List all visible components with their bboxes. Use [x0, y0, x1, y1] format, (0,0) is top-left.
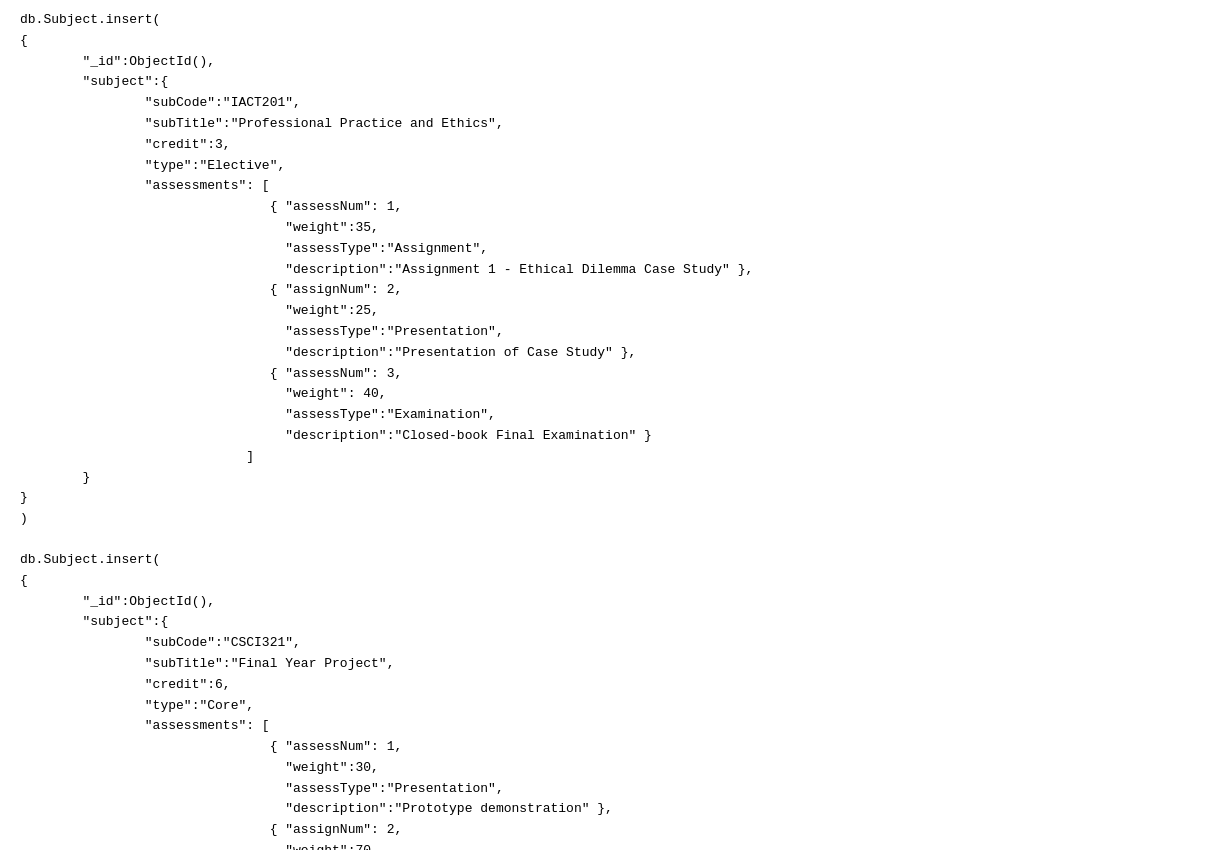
code-line: "weight":35,	[20, 218, 1190, 239]
code-line: { "assessNum": 1,	[20, 197, 1190, 218]
code-line: }	[20, 488, 1190, 509]
code-line: db.Subject.insert(	[20, 550, 1190, 571]
code-line: "assessType":"Examination",	[20, 405, 1190, 426]
code-line: { "assignNum": 2,	[20, 280, 1190, 301]
code-block-1: db.Subject.insert({ "_id":ObjectId(), "s…	[20, 10, 1190, 530]
code-container: db.Subject.insert({ "_id":ObjectId(), "s…	[20, 10, 1190, 850]
code-line: "weight":25,	[20, 301, 1190, 322]
code-line: "assessType":"Presentation",	[20, 779, 1190, 800]
code-line: { "assignNum": 2,	[20, 820, 1190, 841]
code-line: "subject":{	[20, 72, 1190, 93]
code-line: "description":"Prototype demonstration" …	[20, 799, 1190, 820]
code-line: "subCode":"IACT201",	[20, 93, 1190, 114]
code-line: { "assessNum": 3,	[20, 364, 1190, 385]
code-block-2: db.Subject.insert({ "_id":ObjectId(), "s…	[20, 550, 1190, 850]
code-line: "type":"Elective",	[20, 156, 1190, 177]
code-line: "weight": 40,	[20, 384, 1190, 405]
code-line: "description":"Closed-book Final Examina…	[20, 426, 1190, 447]
code-line: "credit":3,	[20, 135, 1190, 156]
code-line: { "assessNum": 1,	[20, 737, 1190, 758]
code-line: "assessType":"Presentation",	[20, 322, 1190, 343]
code-line: db.Subject.insert(	[20, 10, 1190, 31]
code-line: {	[20, 571, 1190, 592]
code-line: "assessType":"Assignment",	[20, 239, 1190, 260]
code-line: "_id":ObjectId(),	[20, 52, 1190, 73]
code-line: "type":"Core",	[20, 696, 1190, 717]
code-line: {	[20, 31, 1190, 52]
code-line: "credit":6,	[20, 675, 1190, 696]
code-line: )	[20, 509, 1190, 530]
code-line: "subCode":"CSCI321",	[20, 633, 1190, 654]
code-line: "assessments": [	[20, 716, 1190, 737]
code-line: "subject":{	[20, 612, 1190, 633]
code-line: ]	[20, 447, 1190, 468]
code-line: "subTitle":"Final Year Project",	[20, 654, 1190, 675]
code-line: "subTitle":"Professional Practice and Et…	[20, 114, 1190, 135]
code-line: "weight":30,	[20, 758, 1190, 779]
code-line: }	[20, 468, 1190, 489]
code-line: "description":"Assignment 1 - Ethical Di…	[20, 260, 1190, 281]
code-line: "weight":70,	[20, 841, 1190, 850]
code-line: "assessments": [	[20, 176, 1190, 197]
code-line: "description":"Presentation of Case Stud…	[20, 343, 1190, 364]
code-line: "_id":ObjectId(),	[20, 592, 1190, 613]
